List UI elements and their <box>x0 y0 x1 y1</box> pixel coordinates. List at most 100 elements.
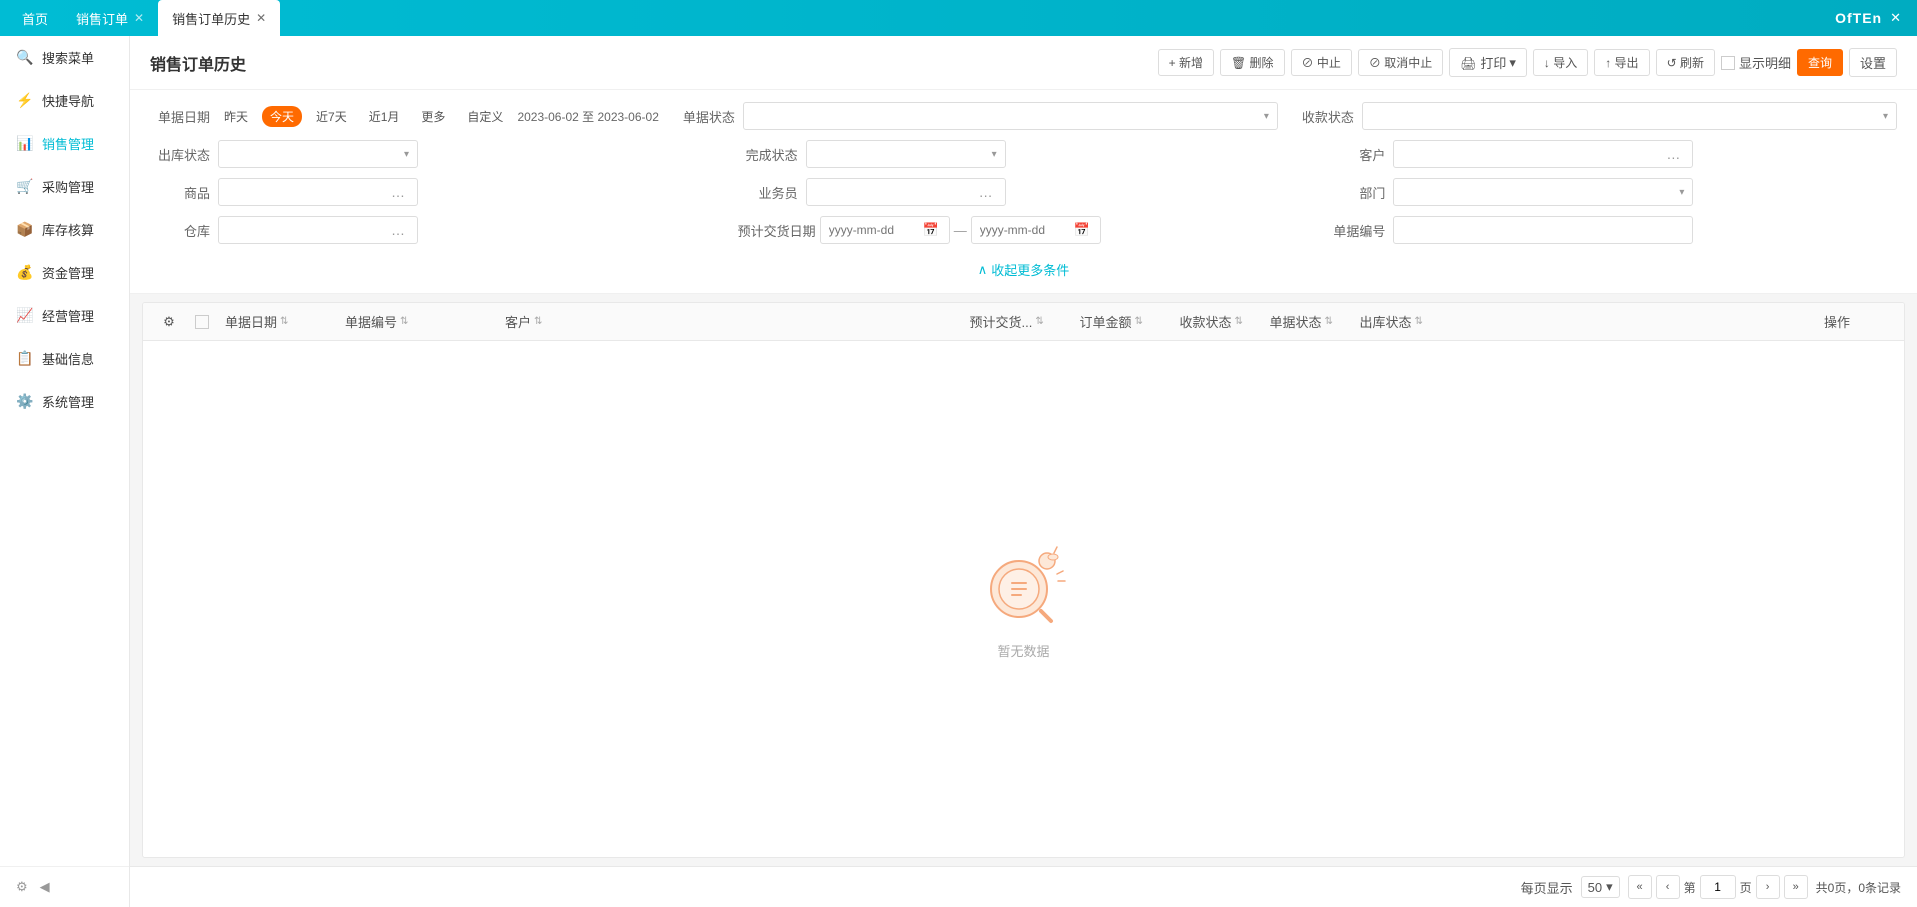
warehouse-input[interactable]: … <box>218 216 418 244</box>
th-receive-status[interactable]: 收款状态 ⇅ <box>1172 312 1262 331</box>
empty-illustration: 暂无数据 <box>969 539 1079 660</box>
setting-button[interactable]: 设置 <box>1849 48 1897 77</box>
tab-sales-order-history[interactable]: 销售订单历史 ✕ <box>158 0 280 36</box>
th-checkbox[interactable] <box>187 315 217 329</box>
sidebar-item-purchase[interactable]: 🛒 采购管理 <box>0 165 129 208</box>
tab-close-history[interactable]: ✕ <box>256 11 266 25</box>
export-button[interactable]: ↑ 导出 <box>1594 49 1649 76</box>
last-page-btn[interactable]: » <box>1784 875 1808 899</box>
bill-code-label: 单据编号 <box>1325 221 1385 240</box>
th-code[interactable]: 单据编号 ⇅ <box>337 312 497 331</box>
receive-status-select[interactable]: ▾ <box>1362 102 1897 130</box>
sidebar-item-system[interactable]: ⚙️ 系统管理 <box>0 380 129 423</box>
sidebar-item-finance[interactable]: 💰 资金管理 <box>0 251 129 294</box>
gear-icon[interactable]: ⚙ <box>163 314 175 330</box>
filter-row-1: 单据日期 昨天 今天 近7天 近1月 更多 自定义 2023-06-02 至 2… <box>150 102 1897 130</box>
th-amount[interactable]: 订单金额 ⇅ <box>1072 312 1172 331</box>
tab-sales-order[interactable]: 销售订单 ✕ <box>62 0 158 36</box>
per-page-select[interactable]: 50 ▾ <box>1581 876 1620 898</box>
print-button[interactable]: 🖨 打印 ▾ <box>1449 48 1527 77</box>
receive-status-label: 收款状态 <box>1294 107 1354 126</box>
th-date[interactable]: 单据日期 ⇅ <box>217 312 337 331</box>
next-page-btn[interactable]: › <box>1756 875 1780 899</box>
date-tag-yesterday[interactable]: 昨天 <box>216 106 256 127</box>
query-button[interactable]: 查询 <box>1797 49 1843 76</box>
product-input[interactable]: … <box>218 178 418 206</box>
department-select[interactable]: ▾ <box>1393 178 1693 206</box>
sidebar-item-search[interactable]: 🔍 搜索菜单 <box>0 36 129 79</box>
sidebar-item-sales[interactable]: 📊 销售管理 <box>0 122 129 165</box>
prev-page-btn[interactable]: ‹ <box>1656 875 1680 899</box>
warehouse-ellipsis[interactable]: … <box>387 222 409 238</box>
sidebar-collapse-icon[interactable]: ◀ <box>40 879 50 895</box>
delivery-from-field[interactable] <box>829 223 919 237</box>
show-detail-checkbox-group[interactable]: 显示明细 <box>1721 53 1791 72</box>
empty-text: 暂无数据 <box>997 641 1049 660</box>
salesman-ellipsis[interactable]: … <box>975 184 997 200</box>
sort-amount-icon: ⇅ <box>1135 316 1143 327</box>
calendar-to-icon: 📅 <box>1074 222 1090 238</box>
bill-code-input[interactable] <box>1393 216 1693 244</box>
department-label: 部门 <box>1325 183 1385 202</box>
th-out-status[interactable]: 出库状态 ⇅ <box>1352 312 1817 331</box>
sidebar-item-quick-nav[interactable]: ⚡ 快捷导航 <box>0 79 129 122</box>
pagination: « ‹ 第 页 › » <box>1628 875 1808 899</box>
th-customer[interactable]: 客户 ⇅ <box>497 312 962 331</box>
receive-status-section: 收款状态 ▾ <box>1294 102 1897 130</box>
import-button[interactable]: ↓ 导入 <box>1533 49 1588 76</box>
tab-home[interactable]: 首页 <box>8 0 62 36</box>
top-bar-right: OfTEn ✕ <box>1835 10 1909 26</box>
first-page-btn[interactable]: « <box>1628 875 1652 899</box>
operations-icon: 📈 <box>16 307 34 325</box>
date-tag-custom[interactable]: 自定义 <box>459 106 511 127</box>
salesman-input[interactable]: … <box>806 178 1006 206</box>
date-tag-7days[interactable]: 近7天 <box>308 106 355 127</box>
refresh-button[interactable]: ↺ 刷新 <box>1656 49 1715 76</box>
calendar-from-icon: 📅 <box>923 222 939 238</box>
date-tag-more[interactable]: 更多 <box>413 106 453 127</box>
out-status-select[interactable]: ▾ <box>218 140 418 168</box>
stop-button[interactable]: ⊘ 中止 <box>1291 49 1352 76</box>
page-input[interactable] <box>1700 875 1736 899</box>
brand-text: OfTEn <box>1835 10 1882 26</box>
per-page-label: 每页显示 <box>1521 878 1573 897</box>
sort-date-icon: ⇅ <box>280 316 288 327</box>
sidebar-item-operations[interactable]: 📈 经营管理 <box>0 294 129 337</box>
th-bill-status[interactable]: 单据状态 ⇅ <box>1262 312 1352 331</box>
delete-button[interactable]: 🗑 删除 <box>1220 49 1285 76</box>
select-all-checkbox[interactable] <box>195 315 209 329</box>
page-title: 销售订单历史 <box>150 51 246 87</box>
complete-status-select[interactable]: ▾ <box>806 140 1006 168</box>
out-status-section: 出库状态 ▾ <box>150 140 722 168</box>
sidebar-settings-icon[interactable]: ⚙ <box>16 879 28 895</box>
product-ellipsis[interactable]: … <box>387 184 409 200</box>
filter-row-3: 商品 … 业务员 … 部门 <box>150 178 1897 206</box>
sidebar-item-inventory[interactable]: 📦 库存核算 <box>0 208 129 251</box>
tab-close-sales-order[interactable]: ✕ <box>134 11 144 25</box>
delivery-date-from-input[interactable]: 📅 <box>820 216 950 244</box>
window-close-icon[interactable]: ✕ <box>1890 10 1901 26</box>
content-area: 销售订单历史 + 新增 🗑 删除 ⊘ 中止 ⊘ 取消中止 🖨 打印 ▾ ↓ 导入… <box>130 36 1917 907</box>
th-gear[interactable]: ⚙ <box>151 314 187 330</box>
th-delivery[interactable]: 预计交货... ⇅ <box>962 312 1072 331</box>
sort-receive-icon: ⇅ <box>1235 316 1243 327</box>
collapse-label: 收起更多条件 <box>991 260 1069 279</box>
date-tag-1month[interactable]: 近1月 <box>361 106 408 127</box>
date-range-display: 2023-06-02 至 2023-06-02 <box>517 108 658 125</box>
collapse-bar[interactable]: ∧ 收起更多条件 <box>150 254 1897 281</box>
bill-status-section: 单据状态 ▾ <box>675 102 1278 130</box>
sidebar-item-basic-info[interactable]: 📋 基础信息 <box>0 337 129 380</box>
bill-status-select[interactable]: ▾ <box>743 102 1278 130</box>
new-button[interactable]: + 新增 <box>1158 49 1214 76</box>
delivery-to-field[interactable] <box>980 223 1070 237</box>
cancel-stop-button[interactable]: ⊘ 取消中止 <box>1358 49 1443 76</box>
show-detail-checkbox[interactable] <box>1721 56 1735 70</box>
customer-ellipsis[interactable]: … <box>1662 146 1684 162</box>
finance-icon: 💰 <box>16 264 34 282</box>
delivery-date-to-input[interactable]: 📅 <box>971 216 1101 244</box>
date-tag-today[interactable]: 今天 <box>262 106 302 127</box>
customer-input[interactable]: … <box>1393 140 1693 168</box>
out-status-label: 出库状态 <box>150 145 210 164</box>
date-tag-group: 昨天 今天 近7天 近1月 更多 自定义 <box>216 106 511 127</box>
inventory-icon: 📦 <box>16 221 34 239</box>
